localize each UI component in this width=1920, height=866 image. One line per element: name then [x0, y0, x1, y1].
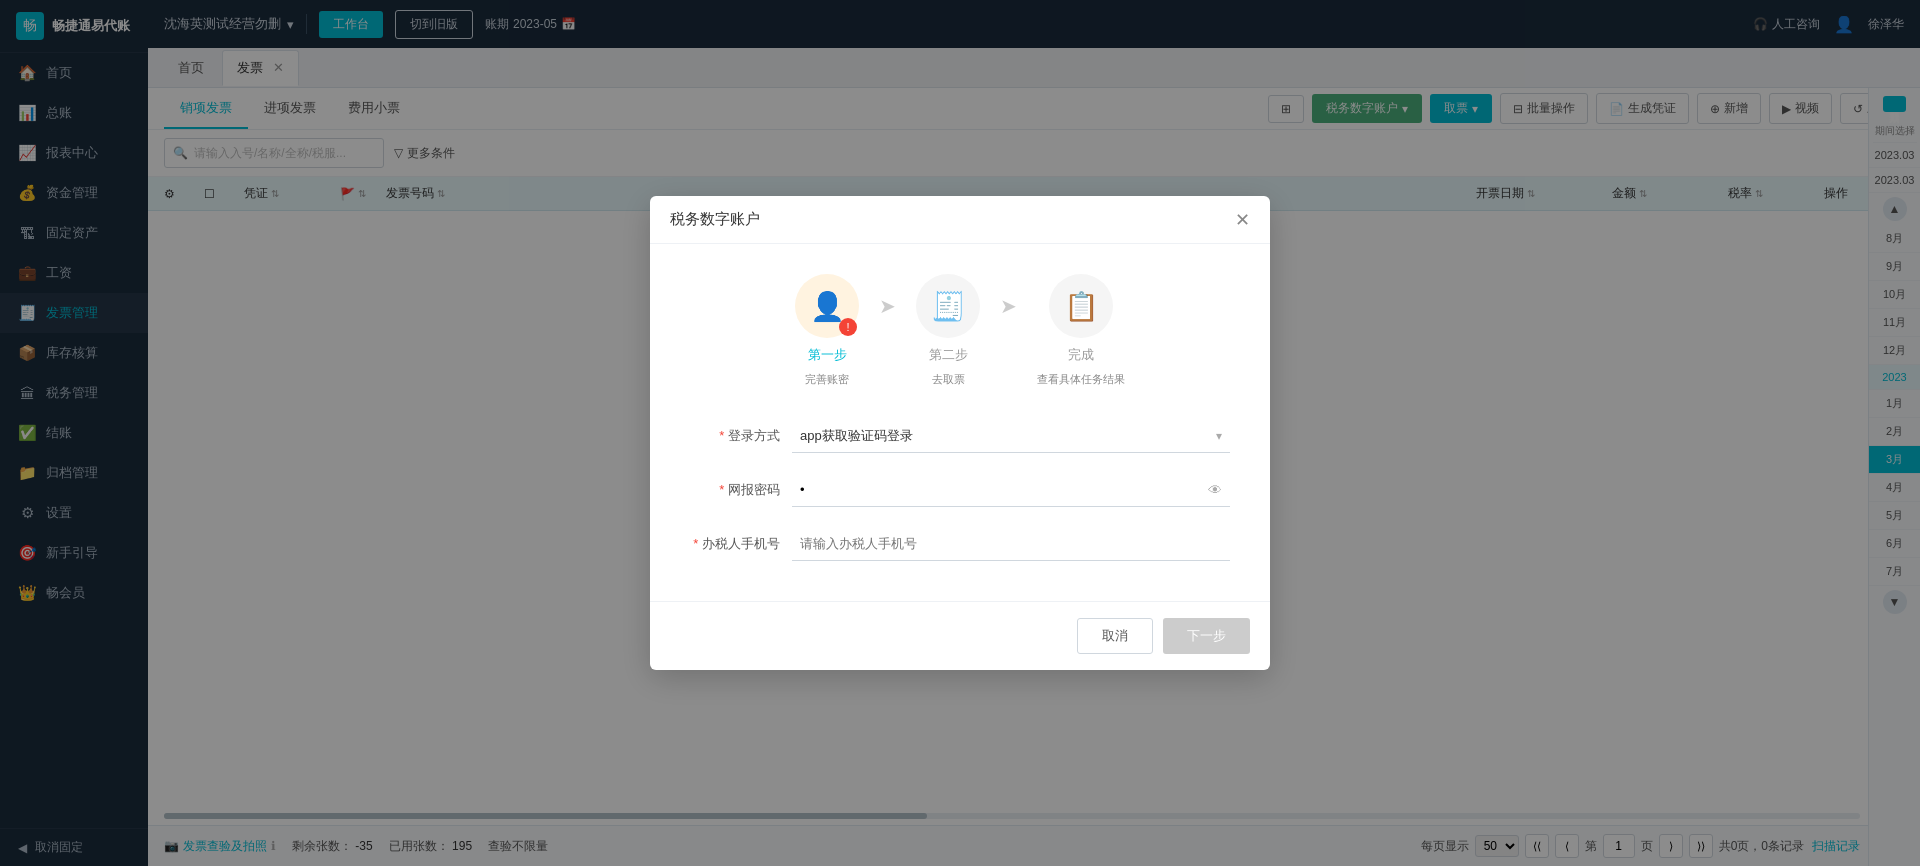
eye-icon[interactable]: 👁 — [1208, 482, 1222, 498]
step-3-sublabel: 查看具体任务结果 — [1037, 372, 1125, 387]
step-2-sublabel: 去取票 — [932, 372, 965, 387]
step-3-icon: 📋 — [1049, 274, 1113, 338]
password-input[interactable] — [800, 482, 1208, 497]
phone-input[interactable] — [792, 527, 1230, 561]
modal-close-button[interactable]: ✕ — [1235, 211, 1250, 229]
login-method-dropdown-icon: ▾ — [1216, 429, 1222, 443]
password-field-wrap: 👁 — [792, 473, 1230, 507]
form-row-password: * 网报密码 👁 — [690, 473, 1230, 507]
modal-header: 税务数字账户 ✕ — [650, 196, 1270, 244]
cancel-button[interactable]: 取消 — [1077, 618, 1153, 654]
form-row-login-method: * 登录方式 app获取验证码登录 ▾ — [690, 419, 1230, 453]
steps-indicator: 👤 ! 第一步 完善账密 ➤ 🧾 第二步 去取票 ➤ — [690, 274, 1230, 387]
tax-digital-modal: 税务数字账户 ✕ 👤 ! 第一步 完善账密 ➤ — [650, 196, 1270, 670]
step-arrow-2: ➤ — [980, 274, 1037, 318]
login-method-label: * 登录方式 — [690, 427, 780, 445]
step-2-label: 第二步 — [929, 346, 968, 364]
step-arrow-1: ➤ — [859, 274, 916, 318]
step-1-icon: 👤 ! — [795, 274, 859, 338]
step-2-icon: 🧾 — [916, 274, 980, 338]
next-button[interactable]: 下一步 — [1163, 618, 1250, 654]
step-2: 🧾 第二步 去取票 — [916, 274, 980, 387]
form-row-phone: * 办税人手机号 — [690, 527, 1230, 561]
step-1: 👤 ! 第一步 完善账密 — [795, 274, 859, 387]
step-3: 📋 完成 查看具体任务结果 — [1037, 274, 1125, 387]
login-method-select[interactable]: app获取验证码登录 ▾ — [792, 419, 1230, 453]
modal-footer: 取消 下一步 — [650, 601, 1270, 670]
step-1-sublabel: 完善账密 — [805, 372, 849, 387]
step-1-badge: ! — [839, 318, 857, 336]
modal-body: 👤 ! 第一步 完善账密 ➤ 🧾 第二步 去取票 ➤ — [650, 244, 1270, 601]
login-method-value: app获取验证码登录 — [800, 427, 913, 445]
phone-label: * 办税人手机号 — [690, 535, 780, 553]
modal-title: 税务数字账户 — [670, 210, 760, 229]
step-1-label: 第一步 — [808, 346, 847, 364]
step-3-label: 完成 — [1068, 346, 1094, 364]
modal-overlay[interactable]: 税务数字账户 ✕ 👤 ! 第一步 完善账密 ➤ — [0, 0, 1920, 866]
password-label: * 网报密码 — [690, 481, 780, 499]
